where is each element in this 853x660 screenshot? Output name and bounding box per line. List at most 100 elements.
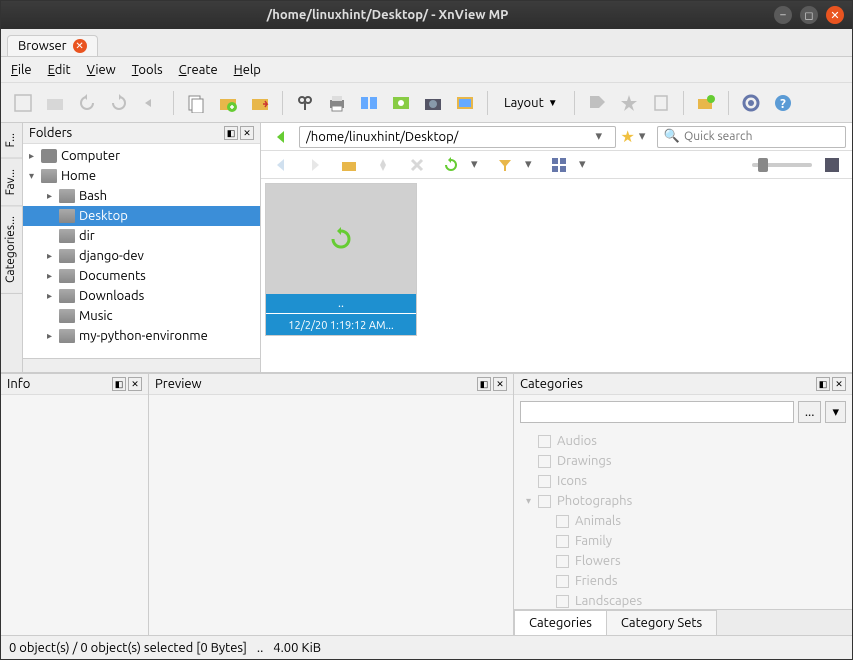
tree-home[interactable]: ▾Home xyxy=(23,166,260,186)
tree-item[interactable]: dir xyxy=(23,226,260,246)
back-icon[interactable] xyxy=(267,123,295,151)
favorite-icon[interactable]: ★ xyxy=(620,127,634,146)
panel-float-icon[interactable]: ◧ xyxy=(477,377,491,391)
category-subitem[interactable]: Friends xyxy=(522,571,844,591)
checkbox[interactable] xyxy=(556,595,569,608)
thumbnail-view[interactable]: .. 12/2/20 1:19:12 AM... xyxy=(261,179,852,372)
panel-float-icon[interactable]: ◧ xyxy=(112,377,126,391)
checkbox[interactable] xyxy=(556,515,569,528)
export-icon[interactable] xyxy=(214,89,242,117)
category-subitem[interactable]: Family xyxy=(522,531,844,551)
batch-convert-icon[interactable] xyxy=(387,89,415,117)
fullscreen-toggle-icon[interactable] xyxy=(818,151,846,179)
panel-close-icon[interactable]: ✕ xyxy=(493,377,507,391)
tree-computer[interactable]: ▸Computer xyxy=(23,146,260,166)
search-input[interactable] xyxy=(684,130,839,143)
minimize-button[interactable]: – xyxy=(774,6,792,24)
sidetab-f[interactable]: F... xyxy=(1,123,22,159)
tab-categories[interactable]: Categories xyxy=(514,610,607,635)
menu-help[interactable]: Help xyxy=(234,63,261,77)
category-item[interactable]: Drawings xyxy=(522,451,844,471)
slideshow-icon[interactable] xyxy=(451,89,479,117)
thumbnail-item[interactable]: .. 12/2/20 1:19:12 AM... xyxy=(265,183,417,336)
panel-close-icon[interactable]: ✕ xyxy=(832,377,846,391)
menu-create[interactable]: Create xyxy=(179,63,218,77)
slider-thumb[interactable] xyxy=(758,158,768,172)
menu-edit[interactable]: Edit xyxy=(48,63,71,77)
settings-icon[interactable] xyxy=(737,89,765,117)
close-button[interactable]: ✕ xyxy=(826,6,844,24)
maximize-button[interactable]: ◻ xyxy=(800,6,818,24)
checkbox[interactable] xyxy=(556,555,569,568)
path-dropdown-icon[interactable]: ▾ xyxy=(595,129,609,144)
menu-tools[interactable]: Tools xyxy=(132,63,163,77)
panel-float-icon[interactable]: ◧ xyxy=(816,377,830,391)
find-icon[interactable] xyxy=(291,89,319,117)
checkbox[interactable] xyxy=(538,495,551,508)
checkbox[interactable] xyxy=(538,475,551,488)
checkbox[interactable] xyxy=(556,575,569,588)
view-icon[interactable] xyxy=(545,151,573,179)
capture-icon[interactable] xyxy=(419,89,447,117)
tree-item-selected[interactable]: Desktop xyxy=(23,206,260,226)
print-icon[interactable] xyxy=(323,89,351,117)
layout-dropdown[interactable]: Layout ▼ xyxy=(496,93,566,113)
checkbox[interactable] xyxy=(556,535,569,548)
bookmark-icon[interactable] xyxy=(647,89,675,117)
sidetab-fav[interactable]: Fav... xyxy=(1,159,22,206)
tree-item[interactable]: ▸Bash xyxy=(23,186,260,206)
folder-tree[interactable]: ▸Computer ▾Home ▸Bash Desktop dir ▸djang… xyxy=(23,144,260,358)
pin-icon[interactable] xyxy=(369,151,397,179)
nav-back-icon[interactable] xyxy=(267,151,295,179)
tab-close-icon[interactable]: ✕ xyxy=(73,39,87,53)
fullscreen-icon[interactable] xyxy=(9,89,37,117)
delete-icon[interactable] xyxy=(403,151,431,179)
rotate-left-icon[interactable] xyxy=(73,89,101,117)
up-folder-icon[interactable] xyxy=(335,151,363,179)
catalog-icon[interactable] xyxy=(692,89,720,117)
copy-icon[interactable] xyxy=(182,89,210,117)
category-item[interactable]: Audios xyxy=(522,431,844,451)
open-icon[interactable] xyxy=(41,89,69,117)
move-icon[interactable] xyxy=(246,89,274,117)
rating-icon[interactable] xyxy=(615,89,643,117)
sidetab-categories[interactable]: Categories... xyxy=(1,206,22,294)
tag-icon[interactable] xyxy=(583,89,611,117)
rotate-right-icon[interactable] xyxy=(105,89,133,117)
help-icon[interactable]: ? xyxy=(769,89,797,117)
panel-close-icon[interactable]: ✕ xyxy=(128,377,142,391)
tree-item[interactable]: ▸Downloads xyxy=(23,286,260,306)
panel-close-icon[interactable]: ✕ xyxy=(240,126,254,140)
category-dropdown-button[interactable]: ▾ xyxy=(825,401,846,423)
tree-item[interactable]: ▸Documents xyxy=(23,266,260,286)
refresh-icon[interactable] xyxy=(437,151,465,179)
search-box[interactable]: 🔍 xyxy=(657,126,846,148)
checkbox[interactable] xyxy=(538,435,551,448)
menu-file[interactable]: File xyxy=(11,63,32,77)
category-item[interactable]: ▾Photographs xyxy=(522,491,844,511)
category-subitem[interactable]: Landscapes xyxy=(522,591,844,609)
undo-icon[interactable] xyxy=(137,89,165,117)
filter-icon[interactable] xyxy=(491,151,519,179)
path-field[interactable] xyxy=(306,130,595,144)
scrollbar-horizontal[interactable] xyxy=(23,358,260,372)
panel-float-icon[interactable]: ◧ xyxy=(224,126,238,140)
checkbox[interactable] xyxy=(538,455,551,468)
category-subitem[interactable]: Animals xyxy=(522,511,844,531)
tab-browser[interactable]: Browser ✕ xyxy=(7,35,98,56)
compare-icon[interactable] xyxy=(355,89,383,117)
nav-forward-icon[interactable] xyxy=(301,151,329,179)
tree-item[interactable]: ▸my-python-environme xyxy=(23,326,260,346)
category-search-input[interactable] xyxy=(520,401,794,423)
tree-item[interactable]: ▸django-dev xyxy=(23,246,260,266)
favorite-dropdown[interactable]: ▾ xyxy=(639,129,653,144)
category-more-button[interactable]: ... xyxy=(798,401,822,423)
category-tree[interactable]: Audios Drawings Icons ▾Photographs Anima… xyxy=(514,429,852,609)
tree-item[interactable]: Music xyxy=(23,306,260,326)
category-item[interactable]: Icons xyxy=(522,471,844,491)
menu-view[interactable]: View xyxy=(87,63,116,77)
path-input[interactable]: ▾ xyxy=(299,126,616,148)
tab-category-sets[interactable]: Category Sets xyxy=(606,610,717,635)
category-subitem[interactable]: Flowers xyxy=(522,551,844,571)
zoom-slider[interactable] xyxy=(752,163,812,167)
